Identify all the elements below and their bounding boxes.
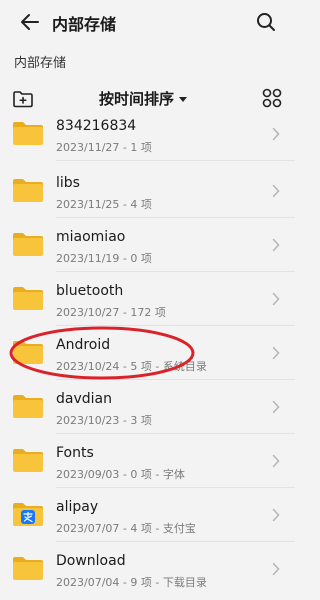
file-row[interactable]: Download 2023/07/04 - 9 项 - 下载目录 [0,542,295,596]
folder-icon [13,395,43,418]
breadcrumb[interactable]: 内部存储 [14,52,66,71]
folder-icon [13,557,43,580]
folder-icon [13,449,43,472]
file-name: alipay [56,499,99,515]
chevron-right-icon [272,127,280,141]
file-meta: 2023/11/27 - 1 项 [56,141,152,154]
sort-dropdown[interactable]: 按时间排序 [99,88,188,109]
file-row[interactable]: alipay 2023/07/07 - 4 项 - 支付宝 [0,488,295,542]
file-meta: 2023/10/27 - 172 项 [56,306,166,319]
file-meta: 2023/07/07 - 4 项 - 支付宝 [56,522,196,535]
folder-icon [13,233,43,256]
chevron-right-icon [272,238,280,252]
file-name: Android [56,337,111,353]
alipay-folder-icon [13,503,43,526]
app-header: 内部存储 [0,0,295,44]
page-title: 内部存储 [52,15,117,34]
caret-down-icon [179,96,188,102]
file-name: Fonts [56,445,94,461]
folder-icon [13,287,43,310]
back-arrow-icon[interactable] [18,10,42,34]
chevron-right-icon [272,508,280,522]
file-name: 834216834 [56,118,137,134]
file-row[interactable]: bluetooth 2023/10/27 - 172 项 [0,272,295,326]
grid-view-icon[interactable] [262,88,282,108]
chevron-right-icon [272,292,280,306]
toolbar: 按时间排序 [0,84,295,114]
file-name: Download [56,553,126,569]
chevron-right-icon [272,400,280,414]
chevron-right-icon [272,454,280,468]
file-row[interactable]: miaomiao 2023/11/19 - 0 项 [0,218,295,272]
file-meta: 2023/10/24 - 5 项 - 系统目录 [56,360,207,373]
file-meta: 2023/10/23 - 3 项 [56,414,152,427]
divider [56,160,295,161]
new-folder-icon[interactable] [12,89,34,109]
file-row[interactable]: 834216834 2023/11/27 - 1 项 [0,114,295,161]
file-name: libs [56,175,80,191]
file-name: bluetooth [56,283,124,299]
folder-icon [13,179,43,202]
chevron-right-icon [272,346,280,360]
file-row[interactable]: Fonts 2023/09/03 - 0 项 - 字体 [0,434,295,488]
file-row[interactable]: libs 2023/11/25 - 4 项 [0,164,295,218]
file-meta: 2023/11/19 - 0 项 [56,252,152,265]
folder-icon [13,341,43,364]
file-row[interactable]: davdian 2023/10/23 - 3 项 [0,380,295,434]
file-list: 834216834 2023/11/27 - 1 项 libs 2023/11/… [0,114,295,600]
file-meta: 2023/07/04 - 9 项 - 下载目录 [56,576,207,589]
chevron-right-icon [272,562,280,576]
search-icon[interactable] [254,10,278,34]
file-meta: 2023/11/25 - 4 项 [56,198,152,211]
file-row[interactable]: Android 2023/10/24 - 5 项 - 系统目录 [0,326,295,380]
sort-label: 按时间排序 [99,90,175,108]
file-name: miaomiao [56,229,126,245]
file-meta: 2023/09/03 - 0 项 - 字体 [56,468,185,481]
chevron-right-icon [272,184,280,198]
folder-icon [13,122,43,145]
file-name: davdian [56,391,112,407]
